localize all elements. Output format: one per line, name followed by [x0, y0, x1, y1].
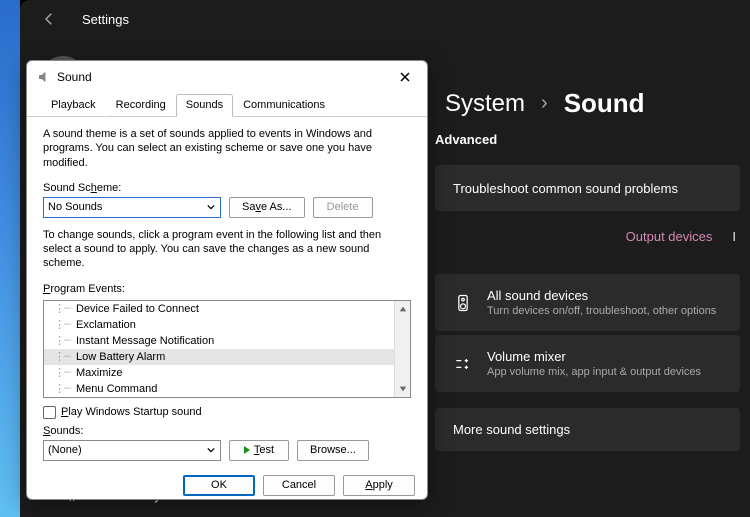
- play-startup-sound-row[interactable]: Play Windows Startup sound: [43, 406, 411, 419]
- dialog-title: Sound: [57, 70, 92, 84]
- mixer-title: Volume mixer: [487, 349, 701, 364]
- scroll-down-button[interactable]: [395, 381, 411, 397]
- program-event-item[interactable]: ⋮┈Low Battery Alarm: [44, 349, 394, 365]
- all-sound-devices-card[interactable]: All sound devices Turn devices on/off, t…: [435, 274, 740, 331]
- sound-scheme-dropdown[interactable]: No Sounds: [43, 197, 221, 218]
- save-as-button[interactable]: Save As...: [229, 197, 305, 218]
- close-button[interactable]: [391, 67, 419, 87]
- more-sound-settings-label: More sound settings: [453, 422, 570, 437]
- tab-recording[interactable]: Recording: [106, 94, 176, 117]
- settings-header-title: Settings: [82, 12, 129, 27]
- dialog-tabs: Playback Recording Sounds Communications: [27, 93, 427, 117]
- program-event-item[interactable]: ⋮┈Exclamation: [44, 317, 394, 333]
- all-devices-subtitle: Turn devices on/off, troubleshoot, other…: [487, 305, 716, 317]
- chevron-down-icon: [206, 203, 216, 211]
- chevron-down-icon: [206, 446, 216, 454]
- scroll-up-button[interactable]: [395, 301, 411, 317]
- sounds-label: Sounds:: [43, 425, 411, 437]
- sound-dialog: Sound Playback Recording Sounds Communic…: [26, 60, 428, 500]
- dialog-titlebar[interactable]: Sound: [27, 61, 427, 93]
- close-icon: [400, 72, 410, 82]
- sounds-dropdown[interactable]: (None): [43, 440, 221, 461]
- program-event-item[interactable]: ⋮┈Instant Message Notification: [44, 333, 394, 349]
- change-sounds-description: To change sounds, click a program event …: [43, 228, 411, 271]
- play-startup-label: Play Windows Startup sound: [61, 406, 202, 418]
- browse-button[interactable]: Browse...: [297, 440, 369, 461]
- program-event-item[interactable]: ⋮┈Maximize: [44, 365, 394, 381]
- tab-sounds[interactable]: Sounds: [176, 94, 233, 117]
- apply-button[interactable]: Apply: [343, 475, 415, 496]
- all-devices-title: All sound devices: [487, 288, 716, 303]
- tab-communications[interactable]: Communications: [233, 94, 335, 117]
- program-events-label: Program Events:: [43, 283, 411, 295]
- volume-mixer-card[interactable]: Volume mixer App volume mix, app input &…: [435, 335, 740, 392]
- delete-button: Delete: [313, 197, 373, 218]
- mixer-icon: [453, 354, 473, 374]
- output-devices-link[interactable]: Output devices: [626, 229, 713, 244]
- test-button[interactable]: Test: [229, 440, 289, 461]
- ok-button[interactable]: OK: [183, 475, 255, 496]
- cancel-button[interactable]: Cancel: [263, 475, 335, 496]
- sound-dialog-icon: [37, 70, 51, 84]
- program-event-item[interactable]: ⋮┈Menu Command: [44, 381, 394, 397]
- sound-scheme-value: No Sounds: [48, 201, 102, 213]
- sounds-value: (None): [48, 444, 82, 456]
- more-sound-settings-card[interactable]: More sound settings: [435, 408, 740, 451]
- listbox-scrollbar[interactable]: [394, 301, 410, 397]
- mixer-subtitle: App volume mix, app input & output devic…: [487, 366, 701, 378]
- play-startup-checkbox[interactable]: [43, 406, 56, 419]
- program-events-listbox[interactable]: ⋮┈Device Failed to Connect⋮┈Exclamation⋮…: [43, 300, 411, 398]
- troubleshoot-card[interactable]: Troubleshoot common sound problems: [435, 165, 740, 211]
- back-arrow-icon[interactable]: [40, 10, 58, 28]
- troubleshoot-links-row: Output devices I: [435, 215, 740, 258]
- speaker-icon: [453, 293, 473, 313]
- tab-playback[interactable]: Playback: [41, 94, 106, 117]
- sound-theme-description: A sound theme is a set of sounds applied…: [43, 127, 411, 170]
- play-icon: [244, 446, 250, 454]
- sound-scheme-label: Sound Scheme:: [43, 182, 411, 194]
- troubleshoot-card-label: Troubleshoot common sound problems: [453, 181, 678, 196]
- program-event-item[interactable]: ⋮┈Device Failed to Connect: [44, 301, 394, 317]
- dialog-footer: OK Cancel Apply: [27, 467, 427, 504]
- advanced-section-label: Advanced: [435, 132, 740, 147]
- desktop-wallpaper-sliver: [0, 0, 20, 517]
- input-devices-link-truncated[interactable]: I: [732, 229, 736, 244]
